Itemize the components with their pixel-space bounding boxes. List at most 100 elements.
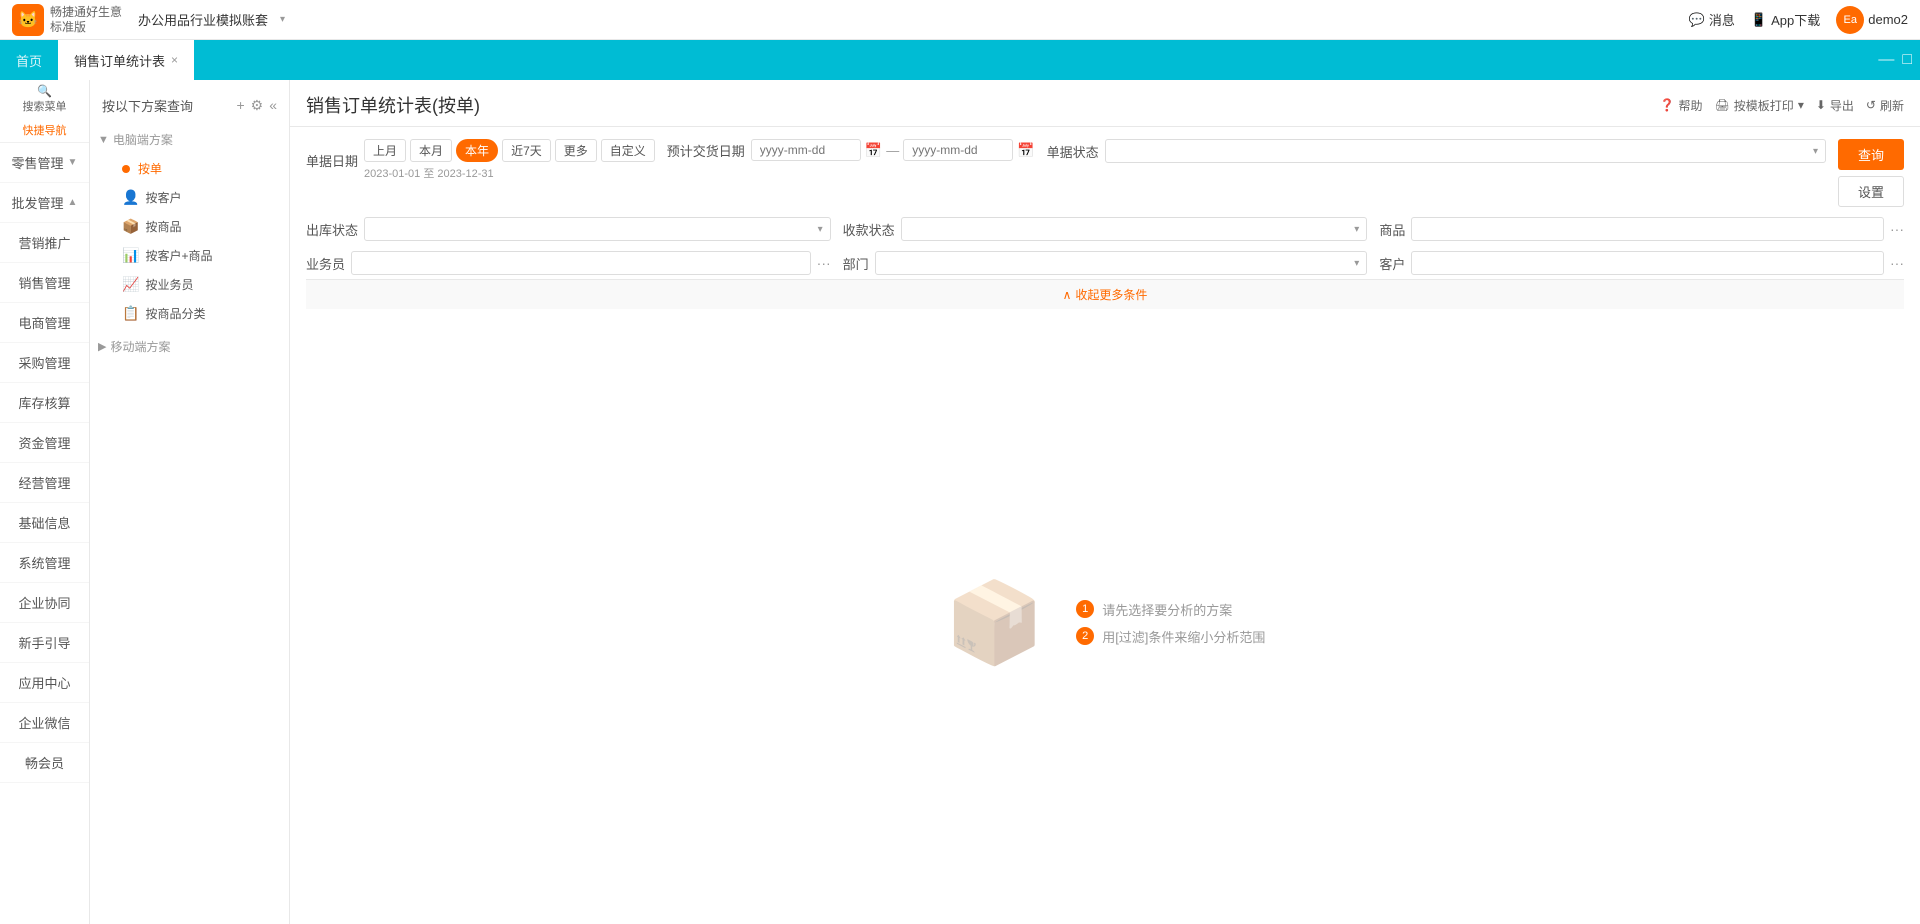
page-title: 销售订单统计表(按单) xyxy=(306,92,480,118)
sidebar-item-members[interactable]: 畅会员 xyxy=(0,743,89,783)
delivery-status-select[interactable] xyxy=(364,217,831,241)
sidebar-item-system[interactable]: 系统管理 xyxy=(0,543,89,583)
tree-sub: 按单 👤 按客户 📦 按商品 📊 按客户+商品 � xyxy=(90,154,289,328)
goods-input[interactable] xyxy=(1411,217,1884,241)
customer-input[interactable] xyxy=(1411,251,1884,275)
page-actions: ❓ 帮助 🖨 按模板打印 ▾ ⬇ 导出 ↺ 刷新 xyxy=(1660,97,1904,114)
dept-select[interactable] xyxy=(875,251,1368,275)
customer-label: 客户 xyxy=(1379,254,1405,273)
date-btn-last-month[interactable]: 上月 xyxy=(364,139,406,162)
expected-date-inputs: 📅 — 📅 xyxy=(751,139,1035,161)
search-label: 搜索菜单 xyxy=(0,98,89,114)
sidebar-item-wechat[interactable]: 企业微信 xyxy=(0,703,89,743)
date-quick-btns: 上月 本月 本年 近7天 更多 自定义 xyxy=(364,139,655,162)
date-btn-7days[interactable]: 近7天 xyxy=(502,139,551,162)
sidebar-wholesale-arrow-icon: ▲ xyxy=(68,197,78,208)
tree-item-by-staff[interactable]: 📈 按业务员 xyxy=(110,270,289,299)
hint-num-1: 1 xyxy=(1076,600,1094,618)
tab-home[interactable]: 首页 xyxy=(0,40,58,80)
sidebar-item-newbie[interactable]: 新手引导 xyxy=(0,623,89,663)
expected-date-to[interactable] xyxy=(903,139,1013,161)
order-status-select-wrapper xyxy=(1105,139,1826,163)
tree-dot-icon xyxy=(122,165,130,173)
staff-input[interactable] xyxy=(351,251,811,275)
customer-more-icon[interactable]: ··· xyxy=(1890,255,1904,271)
staff-cell: 业务员 ··· xyxy=(306,251,831,275)
cal-from-icon: 📅 xyxy=(865,142,882,159)
date-btn-this-month[interactable]: 本月 xyxy=(410,139,452,162)
sidebar-item-finance[interactable]: 资金管理 xyxy=(0,423,89,463)
export-button[interactable]: ⬇ 导出 xyxy=(1816,97,1854,114)
date-btn-this-year[interactable]: 本年 xyxy=(456,139,498,162)
sidebar-item-operations[interactable]: 经营管理 xyxy=(0,463,89,503)
tab-sales-order-stats[interactable]: 销售订单统计表 × xyxy=(58,40,194,80)
empty-hint-2: 2 用[过滤]条件来缩小分析范围 xyxy=(1076,627,1265,646)
left-panel-settings-icon[interactable]: ⚙ xyxy=(251,97,264,114)
app-title: 办公用品行业模拟账套 xyxy=(138,10,268,29)
app-download-button[interactable]: 📱 App下载 xyxy=(1751,10,1820,29)
sidebar-item-marketing[interactable]: 营销推广 xyxy=(0,223,89,263)
filter-row-3: 业务员 ··· 部门 客户 xyxy=(306,251,1904,275)
logo-icon: 🐱 xyxy=(12,4,44,36)
sidebar-item-enterprise[interactable]: 企业协同 xyxy=(0,583,89,623)
tree-item-by-customer[interactable]: 👤 按客户 xyxy=(110,183,289,212)
sidebar-item-sales[interactable]: 销售管理 xyxy=(0,263,89,303)
date-filter-group: 单据日期 上月 本月 本年 近7天 更多 自定义 2023-01-01 至 20… xyxy=(306,139,655,181)
tree-item-by-category[interactable]: 📋 按商品分类 xyxy=(110,299,289,328)
print-button[interactable]: 🖨 按模板打印 ▾ xyxy=(1715,97,1804,114)
tab-bar-actions: — □ xyxy=(1878,51,1912,69)
left-panel-collapse-icon[interactable]: « xyxy=(269,97,277,114)
order-status-group: 单据状态 xyxy=(1047,139,1826,163)
delivery-status-wrapper xyxy=(364,217,831,241)
sidebar-item-ecommerce[interactable]: 电商管理 xyxy=(0,303,89,343)
refresh-button[interactable]: ↺ 刷新 xyxy=(1866,97,1904,114)
sidebar-item-app-center[interactable]: 应用中心 xyxy=(0,663,89,703)
message-button[interactable]: 💬 消息 xyxy=(1689,10,1735,29)
tab-close-icon[interactable]: × xyxy=(171,53,178,67)
help-icon: ❓ xyxy=(1660,98,1675,112)
left-panel-add-icon[interactable]: + xyxy=(236,97,244,114)
filter-row-1: 单据日期 上月 本月 本年 近7天 更多 自定义 2023-01-01 至 20… xyxy=(306,139,1904,207)
page-header: 销售订单统计表(按单) ❓ 帮助 🖨 按模板打印 ▾ ⬇ 导出 xyxy=(290,80,1920,127)
print-dropdown-icon: ▾ xyxy=(1798,98,1804,112)
dept-cell: 部门 xyxy=(843,251,1368,275)
date-btn-more[interactable]: 更多 xyxy=(555,139,597,162)
expected-date-from[interactable] xyxy=(751,139,861,161)
goods-icon: 📦 xyxy=(122,218,139,235)
tree-item-by-order[interactable]: 按单 xyxy=(110,154,289,183)
query-button[interactable]: 查询 xyxy=(1838,139,1904,170)
sidebar-item-wholesale[interactable]: 批发管理 ▲ xyxy=(0,183,89,223)
sidebar-search[interactable]: 🔍 搜索菜单 xyxy=(0,80,89,118)
sidebar-item-retail-label: 零售管理 xyxy=(12,153,64,172)
user-menu[interactable]: Ea demo2 xyxy=(1836,6,1908,34)
tree-item-by-customer-goods[interactable]: 📊 按客户+商品 xyxy=(110,241,289,270)
top-bar-left: 🐱 畅捷通好生意 标准版 办公用品行业模拟账套 ▾ xyxy=(12,4,285,36)
refresh-icon: ↺ xyxy=(1866,98,1876,112)
payment-status-select[interactable] xyxy=(901,217,1368,241)
sidebar-item-wholesale-label: 批发管理 xyxy=(12,193,64,212)
settings-button[interactable]: 设置 xyxy=(1838,176,1904,207)
sidebar-item-basics[interactable]: 基础信息 xyxy=(0,503,89,543)
payment-status-wrapper xyxy=(901,217,1368,241)
date-btn-custom[interactable]: 自定义 xyxy=(601,139,655,162)
sidebar: 🔍 搜索菜单 快捷导航 零售管理 ▼ 批发管理 ▲ 营销推广 销售管理 电商管理… xyxy=(0,80,90,924)
tab-maximize-icon[interactable]: □ xyxy=(1902,51,1912,69)
sidebar-item-inventory[interactable]: 库存核算 xyxy=(0,383,89,423)
download-icon: 📱 xyxy=(1751,12,1767,28)
sidebar-item-retail[interactable]: 零售管理 ▼ xyxy=(0,143,89,183)
help-button[interactable]: ❓ 帮助 xyxy=(1660,97,1703,114)
collapse-button[interactable]: ∧ 收起更多条件 xyxy=(306,279,1904,309)
dept-wrapper xyxy=(875,251,1368,275)
mobile-section-label[interactable]: ▶ 移动端方案 xyxy=(90,332,289,361)
tab-minimize-icon[interactable]: — xyxy=(1878,51,1894,69)
app-title-dropdown-icon[interactable]: ▾ xyxy=(280,14,285,25)
staff-more-icon[interactable]: ··· xyxy=(817,255,831,271)
pc-section: ▼ 电脑端方案 按单 👤 按客户 📦 按商品 xyxy=(90,121,289,365)
order-status-label: 单据状态 xyxy=(1047,142,1099,161)
order-status-select[interactable] xyxy=(1105,139,1826,163)
goods-more-icon[interactable]: ··· xyxy=(1890,221,1904,237)
tree-item-by-goods[interactable]: 📦 按商品 xyxy=(110,212,289,241)
quick-nav[interactable]: 快捷导航 xyxy=(0,118,89,143)
delivery-status-label: 出库状态 xyxy=(306,220,358,239)
sidebar-item-purchase[interactable]: 采购管理 xyxy=(0,343,89,383)
